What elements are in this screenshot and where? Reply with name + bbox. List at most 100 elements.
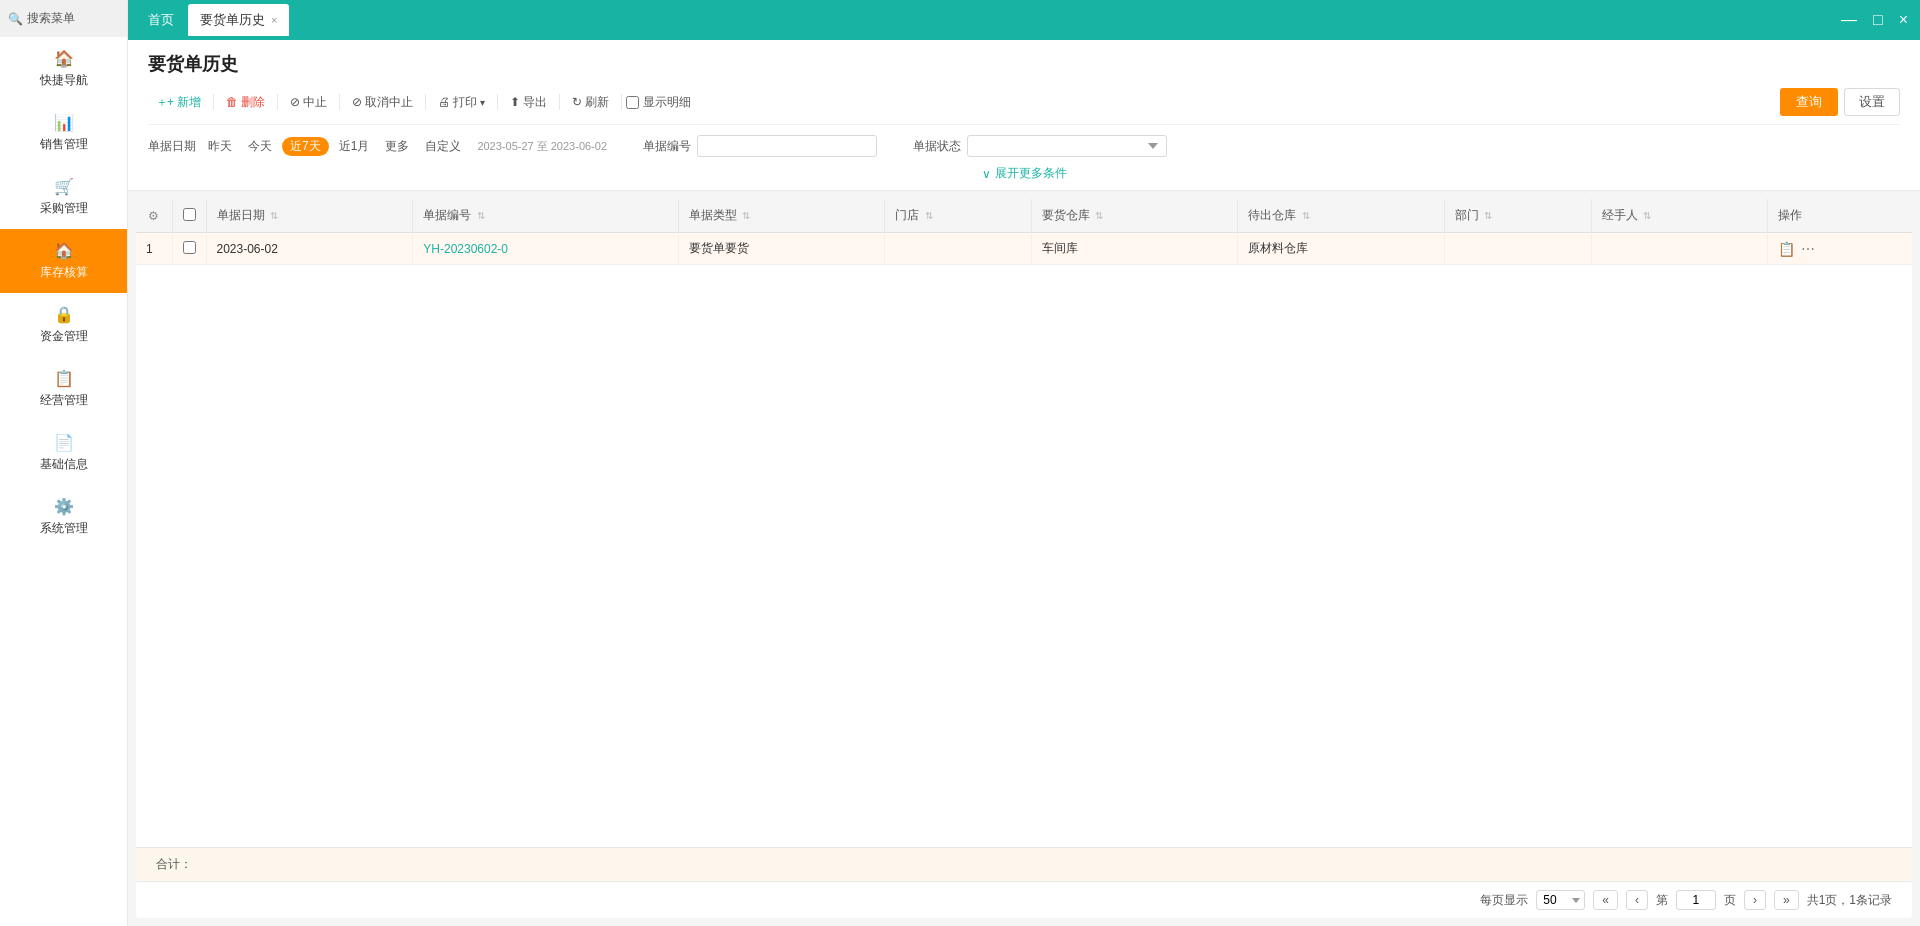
minimize-icon[interactable]: — [1837,7,1861,33]
col-store-label: 门店 [895,208,919,222]
row-type: 要货单要货 [678,233,885,265]
status-label: 单据状态 [913,138,961,155]
date-btn-7days[interactable]: 近7天 [282,137,329,156]
print-button[interactable]: 🖨 打印 ▾ [430,90,493,115]
sidebar-search[interactable]: 🔍 搜索菜单 [0,0,127,37]
stop-icon: ⊘ [290,95,300,109]
date-btn-more[interactable]: 更多 [379,137,415,156]
col-store[interactable]: 门店 ⇅ [885,199,1031,233]
display-detail-checkbox[interactable] [626,96,639,109]
delete-icon: 🗑 [226,95,238,109]
maximize-icon[interactable]: □ [1869,7,1887,33]
sort-pending-wh-icon[interactable]: ⇅ [1302,210,1310,221]
date-btn-today[interactable]: 今天 [242,137,278,156]
sort-date-icon[interactable]: ⇅ [270,210,278,221]
window-close-icon[interactable]: × [1895,7,1912,33]
row-checkbox[interactable] [183,241,196,254]
sidebar-item-inventory[interactable]: 🏠 库存核算 [0,229,127,293]
purchase-icon: 🛒 [54,177,74,196]
col-req-wh-label: 要货仓库 [1042,208,1090,222]
date-btn-custom[interactable]: 自定义 [419,137,467,156]
per-page-select[interactable]: 20 50 100 [1536,890,1585,910]
row-no-link[interactable]: YH-20230602-0 [423,242,508,256]
col-type[interactable]: 单据类型 ⇅ [678,199,885,233]
export-button[interactable]: ⬆ 导出 [502,90,555,115]
col-req-warehouse[interactable]: 要货仓库 ⇅ [1031,199,1238,233]
row-no[interactable]: YH-20230602-0 [413,233,678,265]
sort-type-icon[interactable]: ⇅ [742,210,750,221]
date-filter: 单据日期 昨天 今天 近7天 近1月 更多 自定义 2023-05-27 至 2… [148,137,607,156]
expand-icon: ∨ [982,167,991,181]
total-info: 共1页，1条记录 [1807,892,1892,909]
tab-active[interactable]: 要货单历史 × [188,4,289,36]
print-icon: 🖨 [438,95,450,109]
date-btn-1month[interactable]: 近1月 [333,137,376,156]
col-settings[interactable]: ⚙ [136,199,172,233]
col-action: 操作 [1768,199,1912,233]
page-input[interactable] [1676,890,1716,910]
sidebar-item-system[interactable]: ⚙️ 系统管理 [0,485,127,549]
sidebar-search-label: 搜索菜单 [27,10,75,27]
col-no[interactable]: 单据编号 ⇅ [413,199,678,233]
tab-close-icon[interactable]: × [271,14,277,26]
row-edit-icon[interactable]: 📋 [1778,241,1795,257]
doc-no-input[interactable] [697,135,877,157]
select-all-checkbox[interactable] [183,208,196,221]
sidebar-item-basic[interactable]: 📄 基础信息 [0,421,127,485]
col-dept[interactable]: 部门 ⇅ [1445,199,1591,233]
refresh-icon: ↻ [572,95,582,109]
table-scroll[interactable]: ⚙ 单据日期 ⇅ 单据编号 ⇅ [136,199,1912,847]
page-label: 第 [1656,892,1668,909]
tab-active-label: 要货单历史 [200,11,265,29]
col-type-label: 单据类型 [689,208,737,222]
search-icon: 🔍 [8,12,23,26]
doc-no-filter: 单据编号 [643,135,877,157]
expand-more-button[interactable]: ∨ 展开更多条件 [974,163,1075,184]
delete-button[interactable]: 🗑 删除 [218,90,273,115]
sidebar-item-sales[interactable]: 📊 销售管理 [0,101,127,165]
cancel-stop-button[interactable]: ⊘ 取消中止 [344,90,421,115]
sidebar-label-operation: 经营管理 [40,392,88,409]
sort-store-icon[interactable]: ⇅ [925,210,933,221]
inventory-icon: 🏠 [54,241,74,260]
stop-button[interactable]: ⊘ 中止 [282,90,335,115]
status-select[interactable] [967,135,1167,157]
row-actions: 📋 ⋯ [1768,233,1912,265]
content-wrapper: 要货单历史 ＋ + 新增 🗑 删除 ⊘ 中止 ⊘ [128,40,1920,926]
col-checkbox-header[interactable] [172,199,206,233]
summary-label: 合计： [156,856,192,873]
sort-req-wh-icon[interactable]: ⇅ [1095,210,1103,221]
sidebar-item-operation[interactable]: 📋 经营管理 [0,357,127,421]
sidebar-item-purchase[interactable]: 🛒 采购管理 [0,165,127,229]
sidebar-item-shortcut[interactable]: 🏠 快捷导航 [0,37,127,101]
tab-home[interactable]: 首页 [136,4,186,36]
divider-1 [213,94,214,110]
sidebar: 🔍 搜索菜单 🏠 快捷导航 📊 销售管理 🛒 采购管理 🏠 库存核算 🔒 资金管… [0,0,128,926]
col-date[interactable]: 单据日期 ⇅ [206,199,413,233]
sort-handler-icon[interactable]: ⇅ [1643,210,1651,221]
doc-no-label: 单据编号 [643,138,691,155]
display-detail-checkbox-area[interactable]: 显示明细 [626,94,691,111]
col-date-label: 单据日期 [217,208,265,222]
data-table: ⚙ 单据日期 ⇅ 单据编号 ⇅ [136,199,1912,265]
action-icons: 📋 ⋯ [1778,241,1902,257]
row-checkbox-cell[interactable] [172,233,206,265]
date-btn-yesterday[interactable]: 昨天 [202,137,238,156]
sort-dept-icon[interactable]: ⇅ [1484,210,1492,221]
col-handler[interactable]: 经手人 ⇅ [1591,199,1768,233]
last-page-btn[interactable]: » [1774,890,1799,910]
col-pending-warehouse[interactable]: 待出仓库 ⇅ [1238,199,1445,233]
setting-button[interactable]: 设置 [1844,88,1900,116]
filter-row-1: 单据日期 昨天 今天 近7天 近1月 更多 自定义 2023-05-27 至 2… [148,135,1900,157]
row-more-icon[interactable]: ⋯ [1801,241,1815,257]
prev-page-btn[interactable]: ‹ [1626,890,1648,910]
add-button[interactable]: ＋ + 新增 [148,90,209,115]
sidebar-item-finance[interactable]: 🔒 资金管理 [0,293,127,357]
first-page-btn[interactable]: « [1593,890,1618,910]
query-button[interactable]: 查询 [1780,88,1838,116]
refresh-button[interactable]: ↻ 刷新 [564,90,617,115]
next-page-btn[interactable]: › [1744,890,1766,910]
sort-no-icon[interactable]: ⇅ [477,210,485,221]
col-no-label: 单据编号 [423,208,471,222]
footer-summary: 合计： [136,847,1912,881]
